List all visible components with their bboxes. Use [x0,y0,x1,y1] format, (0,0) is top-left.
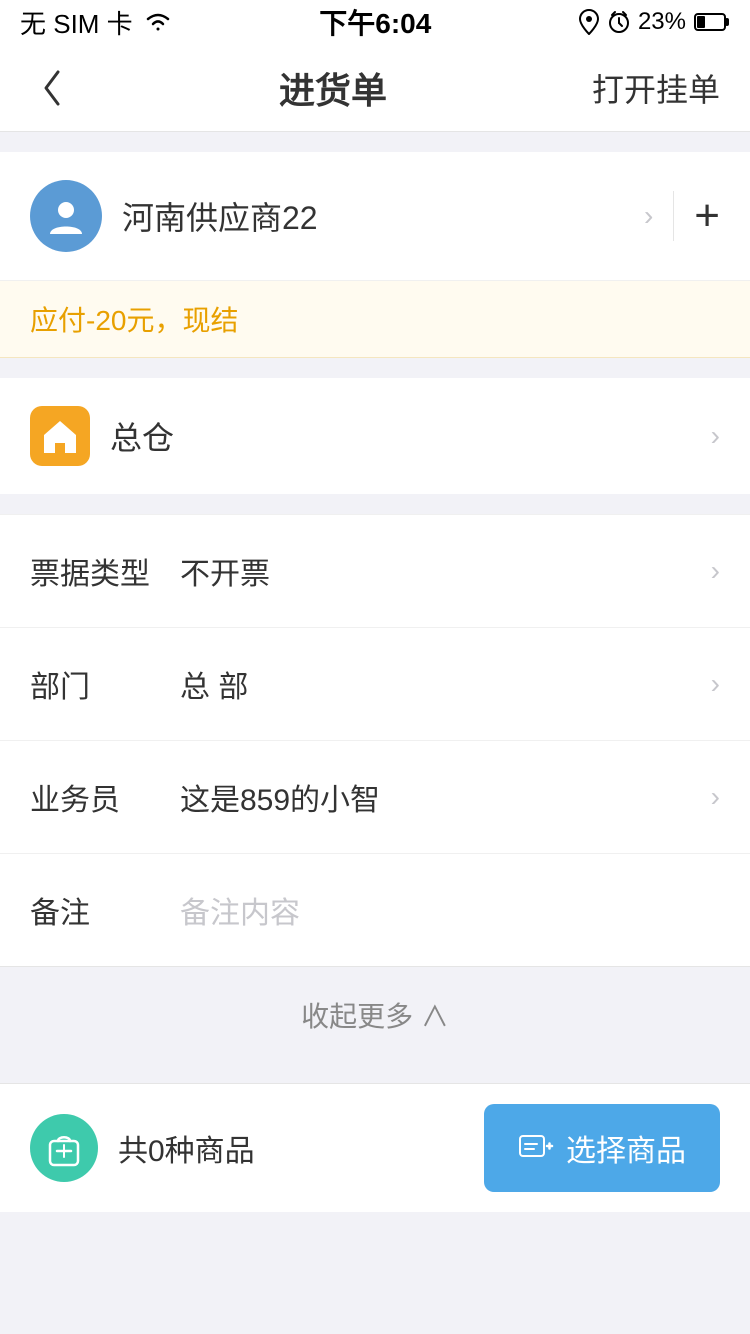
form-card: 票据类型 不开票 › 部门 总 部 › 业务员 这是859的小智 › 备注 备注… [0,514,750,966]
supplier-card: 河南供应商22 › + 应付-20元，现结 [0,152,750,358]
select-icon [518,1132,554,1164]
select-product-label: 选择商品 [566,1126,686,1170]
open-pending-button[interactable]: 打开挂单 [592,65,720,111]
note-label: 备注 [30,888,160,932]
person-icon [44,194,88,238]
warehouse-row[interactable]: 总仓 › [0,378,750,494]
warehouse-chevron-icon: › [711,420,720,452]
alarm-icon [608,10,630,34]
house-icon [40,417,80,455]
supplier-avatar [30,180,102,252]
warehouse-card: 总仓 › [0,378,750,494]
product-count-label: 共0种商品 [118,1126,484,1170]
staff-row[interactable]: 业务员 这是859的小智 › [0,740,750,853]
dept-label: 部门 [30,662,160,706]
staff-label: 业务员 [30,775,160,819]
battery-icon [694,12,730,32]
note-row: 备注 备注内容 [0,853,750,966]
dept-row[interactable]: 部门 总 部 › [0,627,750,740]
invoice-value: 不开票 [160,549,711,593]
dept-value: 总 部 [160,662,711,706]
wifi-icon [143,11,173,33]
warehouse-name: 总仓 [110,413,711,459]
bag-icon [44,1129,84,1167]
section-gap-1 [0,132,750,152]
warehouse-icon [30,406,90,466]
no-sim-text: 无 SIM 卡 [20,4,133,41]
invoice-row[interactable]: 票据类型 不开票 › [0,514,750,627]
location-icon [578,9,600,35]
note-input[interactable]: 备注内容 [160,888,720,932]
supplier-name[interactable]: 河南供应商22 [122,193,644,239]
collapse-row[interactable]: 收起更多 ∧ [0,966,750,1063]
section-gap-2 [0,358,750,378]
nav-bar: 进货单 打开挂单 [0,44,750,132]
status-bar: 无 SIM 卡 下午6:04 23% [0,0,750,44]
supplier-row: 河南供应商22 › + [0,152,750,281]
page-title: 进货单 [279,62,387,114]
bottom-bar: 共0种商品 选择商品 [0,1083,750,1212]
status-right: 23% [578,8,730,36]
dept-chevron-icon: › [711,668,720,700]
status-time: 下午6:04 [319,2,431,42]
battery-text: 23% [638,8,686,36]
invoice-label: 票据类型 [30,549,160,593]
product-bag-icon [30,1114,98,1182]
staff-chevron-icon: › [711,781,720,813]
supplier-chevron-icon: › [644,200,653,232]
status-left: 无 SIM 卡 [20,4,173,41]
add-supplier-button[interactable]: + [673,191,720,241]
staff-value: 这是859的小智 [160,775,711,819]
select-product-button[interactable]: 选择商品 [484,1104,720,1192]
collapse-label: 收起更多 ∧ [301,995,449,1035]
section-gap-3 [0,494,750,514]
notice-text: 应付-20元，现结 [30,305,238,336]
notice-bar: 应付-20元，现结 [0,281,750,358]
back-button[interactable] [30,58,74,118]
invoice-chevron-icon: › [711,555,720,587]
